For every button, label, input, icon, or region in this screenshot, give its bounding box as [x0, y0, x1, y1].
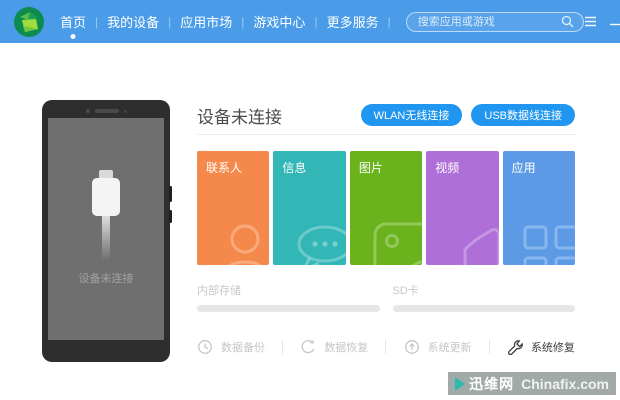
action-label: 数据备份	[221, 342, 265, 354]
nav-item-app-market[interactable]: 应用市场	[173, 0, 239, 43]
window-controls	[584, 16, 620, 27]
tool-actions: 数据备份 数据恢复 系统更新 系统修复	[197, 339, 575, 355]
internal-storage-label: 内部存储	[197, 285, 241, 297]
phone-earpiece	[42, 109, 170, 113]
card-apps[interactable]: 应用	[502, 151, 576, 265]
search-box[interactable]	[405, 11, 584, 32]
watermark-chevron-icon	[455, 376, 466, 391]
wlan-connect-button[interactable]: WLAN无线连接	[360, 104, 463, 126]
nav-item-label: 应用市场	[180, 15, 233, 30]
data-backup-action[interactable]: 数据备份	[197, 339, 265, 355]
nav-item-more-services[interactable]: 更多服务	[320, 0, 386, 43]
category-cards: 联系人 信息 图片 视频 应用	[197, 151, 576, 265]
usb-plug-icon	[92, 170, 120, 260]
watermark-site-domain: Chinafix.com	[521, 375, 609, 392]
system-update-action[interactable]: 系统更新	[404, 339, 472, 355]
nav-item-label: 游戏中心	[253, 15, 306, 30]
card-messages[interactable]: 信息	[273, 151, 346, 265]
card-label: 信息	[282, 161, 307, 175]
picture-icon	[373, 222, 423, 265]
nav-divider: |	[314, 14, 318, 29]
active-tab-dot	[70, 34, 76, 39]
action-label: 数据恢复	[324, 342, 369, 354]
data-restore-action[interactable]: 数据恢复	[300, 339, 368, 355]
restore-icon	[301, 340, 315, 354]
action-label: 系统更新	[427, 342, 472, 354]
sd-card-label: SD卡	[392, 285, 419, 297]
usb-connect-button[interactable]: USB数据线连接	[471, 104, 575, 126]
action-divider	[385, 340, 387, 354]
card-pictures[interactable]: 图片	[349, 151, 423, 265]
search-icon	[561, 15, 574, 28]
minimize-button[interactable]	[609, 16, 620, 27]
connection-buttons: WLAN无线连接 USB数据线连接	[360, 104, 575, 126]
storage-section: 内部存储 SD卡	[197, 282, 575, 312]
card-label: 视频	[435, 161, 460, 175]
video-icon	[463, 228, 499, 265]
card-contacts[interactable]: 联系人	[197, 151, 270, 265]
watermark: 迅维网 Chinafix.com	[448, 372, 616, 395]
phone-illustration: 设备未连接	[42, 100, 172, 362]
apps-icon	[523, 225, 576, 265]
phone-status-text: 设备未连接	[78, 273, 134, 285]
action-divider	[282, 340, 284, 354]
watermark-site-name: 迅维网	[469, 375, 515, 392]
sd-card-bar	[392, 305, 575, 312]
phone-side-button	[169, 186, 172, 202]
nav-item-home[interactable]: 首页	[53, 0, 93, 43]
header-divider	[197, 134, 575, 135]
card-label: 图片	[358, 161, 383, 175]
nav-divider: |	[168, 14, 172, 29]
nav-item-label: 更多服务	[326, 15, 379, 30]
page-title: 设备未连接	[197, 107, 282, 127]
internal-storage-bar	[197, 305, 380, 312]
contacts-icon	[228, 224, 263, 265]
main-panel: 设备未连接 WLAN无线连接 USB数据线连接 联系人 信息 图片 视频 应用 …	[197, 100, 576, 355]
phone-screen: 设备未连接	[48, 118, 164, 340]
backup-icon	[198, 340, 212, 354]
card-videos[interactable]: 视频	[426, 151, 499, 265]
main-header: 设备未连接 WLAN无线连接 USB数据线连接	[197, 100, 575, 130]
update-icon	[404, 340, 419, 354]
top-navigation-bar: 首页 | 我的设备 | 应用市场 | 游戏中心 | 更多服务 |	[0, 0, 620, 43]
repair-icon	[508, 340, 523, 355]
nav-divider: |	[387, 14, 391, 29]
main-nav: 首页 | 我的设备 | 应用市场 | 游戏中心 | 更多服务 |	[53, 0, 393, 43]
action-label: 系统修复	[530, 342, 575, 354]
nav-item-label: 首页	[60, 15, 87, 30]
nav-divider: |	[95, 14, 99, 29]
minimize-icon	[609, 23, 620, 26]
message-icon	[297, 225, 346, 265]
sd-card-storage: SD卡	[392, 282, 575, 312]
card-label: 联系人	[206, 161, 243, 175]
nav-item-my-device[interactable]: 我的设备	[100, 0, 166, 43]
action-divider	[488, 340, 490, 354]
system-repair-action[interactable]: 系统修复	[507, 339, 575, 355]
phone-side-button	[169, 210, 172, 223]
app-logo-icon[interactable]	[14, 6, 44, 37]
search-input[interactable]	[415, 14, 561, 29]
nav-item-game-center[interactable]: 游戏中心	[246, 0, 312, 43]
nav-item-label: 我的设备	[107, 15, 160, 30]
menu-button[interactable]	[584, 16, 597, 27]
nav-divider: |	[241, 14, 245, 29]
internal-storage: 内部存储	[197, 282, 380, 312]
card-label: 应用	[511, 161, 536, 175]
menu-icon	[584, 16, 596, 27]
